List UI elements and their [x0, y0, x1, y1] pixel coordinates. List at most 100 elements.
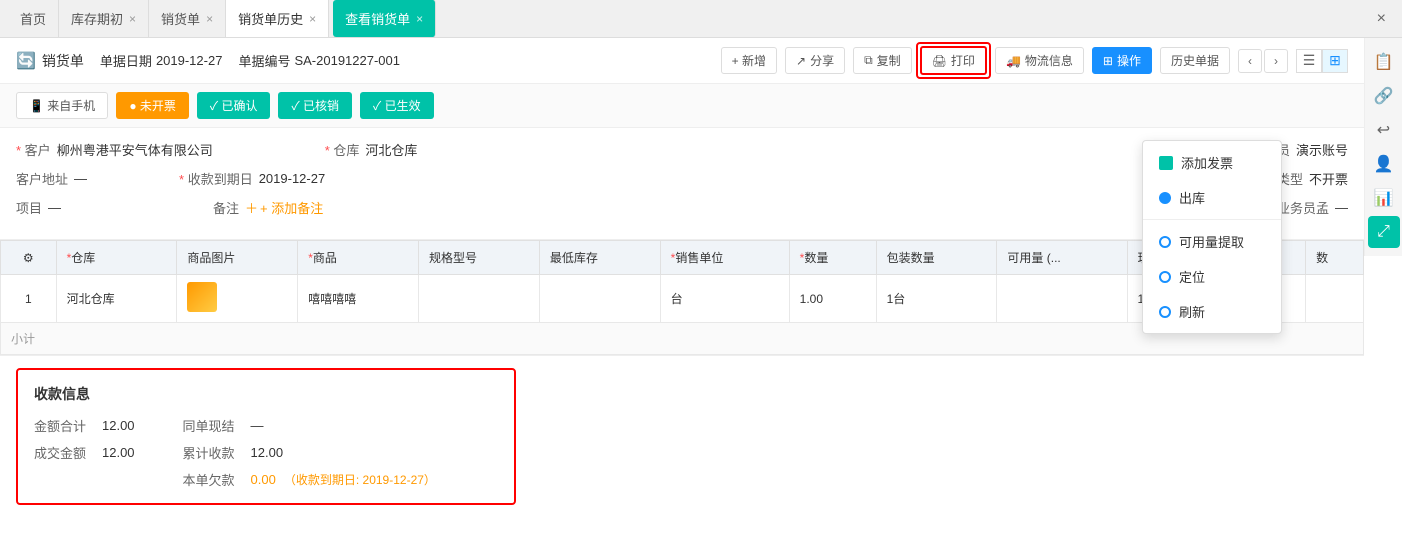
tab-inventory-label: 库存期初: [71, 9, 123, 28]
nav-prev[interactable]: ‹: [1238, 49, 1262, 73]
row-warehouse: 河北仓库: [56, 275, 177, 323]
row-available: [997, 275, 1127, 323]
customer-label: 客户: [16, 140, 51, 159]
copy-button[interactable]: ⧉ 复制: [853, 47, 912, 74]
sidebar-user-icon[interactable]: 👤: [1368, 148, 1400, 180]
add-invoice-label: 添加发票: [1181, 153, 1233, 172]
add-note-label: + 添加备注: [260, 198, 323, 217]
operations-dropdown: 添加发票 出库 可用量提取 定位 刷新: [1142, 140, 1282, 334]
tab-sales-history-close[interactable]: ×: [309, 12, 316, 26]
truck-icon: 🚚: [1006, 54, 1021, 68]
sidebar-link-icon[interactable]: 🔗: [1368, 80, 1400, 112]
row-image: [177, 275, 298, 323]
print-icon: 🖨: [932, 54, 947, 68]
project-label: 项目: [16, 198, 42, 217]
new-button[interactable]: + 新增: [721, 47, 777, 74]
col-warehouse: *仓库: [56, 241, 177, 275]
effective-button[interactable]: ✓ 已生效: [360, 92, 434, 119]
doc-title: 🔄 销货单: [16, 51, 84, 71]
right-sidebar: 📋 🔗 ↩ 👤 📊 ⤢: [1364, 38, 1402, 256]
tab-view-sales-close[interactable]: ×: [416, 12, 423, 26]
col-settings[interactable]: ⚙: [1, 241, 57, 275]
dropdown-outbound[interactable]: 出库: [1143, 180, 1281, 215]
add-note-icon: ＋: [245, 198, 258, 217]
layout-list-button[interactable]: ☰: [1296, 49, 1322, 73]
not-opened-button[interactable]: ● 未开票: [116, 92, 189, 119]
copy-icon: ⧉: [864, 53, 873, 68]
tab-sales-history[interactable]: 销货单历史 ×: [226, 0, 329, 37]
col-spec: 规格型号: [419, 241, 540, 275]
col-min-stock: 最低库存: [539, 241, 660, 275]
row-unit: 台: [660, 275, 789, 323]
outbound-icon: [1159, 192, 1171, 204]
due-date-field: 收款到期日 2019-12-27: [179, 169, 325, 188]
tab-sales-order-close[interactable]: ×: [206, 12, 213, 26]
note-field: 备注 ＋ + 添加备注: [213, 198, 323, 217]
transaction-label: 成交金额: [34, 443, 94, 462]
doc-number-value: SA-20191227-001: [294, 53, 400, 68]
layout-grid-button[interactable]: ⊞: [1322, 49, 1348, 73]
sidebar-expand-icon[interactable]: ⤢: [1368, 216, 1400, 248]
doc-title-text: 销货单: [42, 51, 84, 71]
tab-view-sales[interactable]: 查看销货单 ×: [333, 0, 436, 37]
employee-value: 演示账号: [1296, 140, 1348, 159]
dropdown-refresh[interactable]: 刷新: [1143, 294, 1281, 329]
project-field: 项目 —: [16, 198, 61, 217]
voided-label: 已核销: [303, 99, 339, 113]
tab-sales-order[interactable]: 销货单 ×: [149, 0, 226, 37]
due-date-label: 收款到期日: [179, 169, 253, 188]
cumulative-value: 12.00: [251, 445, 284, 460]
sidebar-chart-icon[interactable]: 📊: [1368, 182, 1400, 214]
current-owed-value: 0.00: [251, 472, 276, 487]
outbound-label: 出库: [1179, 188, 1205, 207]
operations-button[interactable]: ⊞ 操作: [1092, 47, 1152, 74]
employee2-value: —: [1335, 200, 1348, 215]
project-value: —: [48, 200, 61, 215]
row-spec: [419, 275, 540, 323]
tab-inventory-init[interactable]: 库存期初 ×: [59, 0, 149, 37]
dropdown-available-pickup[interactable]: 可用量提取: [1143, 224, 1281, 259]
dropdown-locate[interactable]: 定位: [1143, 259, 1281, 294]
from-phone-button[interactable]: 📱 来自手机: [16, 92, 108, 119]
current-owed-label: 本单欠款: [183, 470, 243, 489]
tab-bar: 首页 库存期初 × 销货单 × 销货单历史 × 查看销货单 × ×: [0, 0, 1402, 38]
phone-icon: 📱: [29, 99, 44, 113]
dropdown-divider: [1143, 219, 1281, 220]
doc-date-label: 单据日期: [100, 51, 152, 70]
operations-label: 操作: [1117, 52, 1141, 69]
sidebar-return-icon[interactable]: ↩: [1368, 114, 1400, 146]
cumulative-row: 累计收款 12.00: [183, 443, 436, 462]
doc-actions: + 新增 ↗ 分享 ⧉ 复制 🖨 打印 🚚 物流信息: [721, 46, 1348, 75]
due-date-value: 2019-12-27: [259, 171, 326, 186]
dropdown-add-invoice[interactable]: 添加发票: [1143, 145, 1281, 180]
sidebar-doc-icon[interactable]: 📋: [1368, 46, 1400, 78]
tab-view-sales-label: 查看销货单: [345, 9, 410, 28]
col-quantity: *数量: [789, 241, 876, 275]
row-pkg-qty: 1台: [876, 275, 997, 323]
print-label: 打印: [951, 52, 975, 69]
logistics-button[interactable]: 🚚 物流信息: [995, 47, 1084, 74]
col-extra: 数: [1306, 241, 1364, 275]
doc-number-field: 单据编号 SA-20191227-001: [238, 51, 400, 70]
tab-home[interactable]: 首页: [8, 0, 59, 37]
amount-total-row: 金额合计 12.00: [34, 416, 135, 435]
nav-arrows: ‹ ›: [1238, 49, 1288, 73]
effective-check-icon: ✓: [373, 99, 381, 113]
confirmed-button[interactable]: ✓ 已确认: [197, 92, 271, 119]
amount-total-label: 金额合计: [34, 416, 94, 435]
voided-button[interactable]: ✓ 已核销: [278, 92, 352, 119]
from-phone-label: 来自手机: [47, 99, 95, 113]
share-button[interactable]: ↗ 分享: [785, 47, 845, 74]
doc-header: 🔄 销货单 单据日期 2019-12-27 单据编号 SA-20191227-0…: [0, 38, 1364, 84]
address-value: —: [74, 171, 87, 186]
print-button[interactable]: 🖨 打印: [920, 46, 987, 75]
history-button[interactable]: 历史单据: [1160, 47, 1230, 74]
refresh-icon: [1159, 306, 1171, 318]
window-close-button[interactable]: ×: [1369, 10, 1394, 28]
add-note-button[interactable]: ＋ + 添加备注: [245, 198, 323, 217]
col-product: *商品: [298, 241, 419, 275]
nav-next[interactable]: ›: [1264, 49, 1288, 73]
tab-inventory-close[interactable]: ×: [129, 12, 136, 26]
effective-label: 已生效: [385, 99, 421, 113]
share-label: 分享: [810, 52, 834, 69]
